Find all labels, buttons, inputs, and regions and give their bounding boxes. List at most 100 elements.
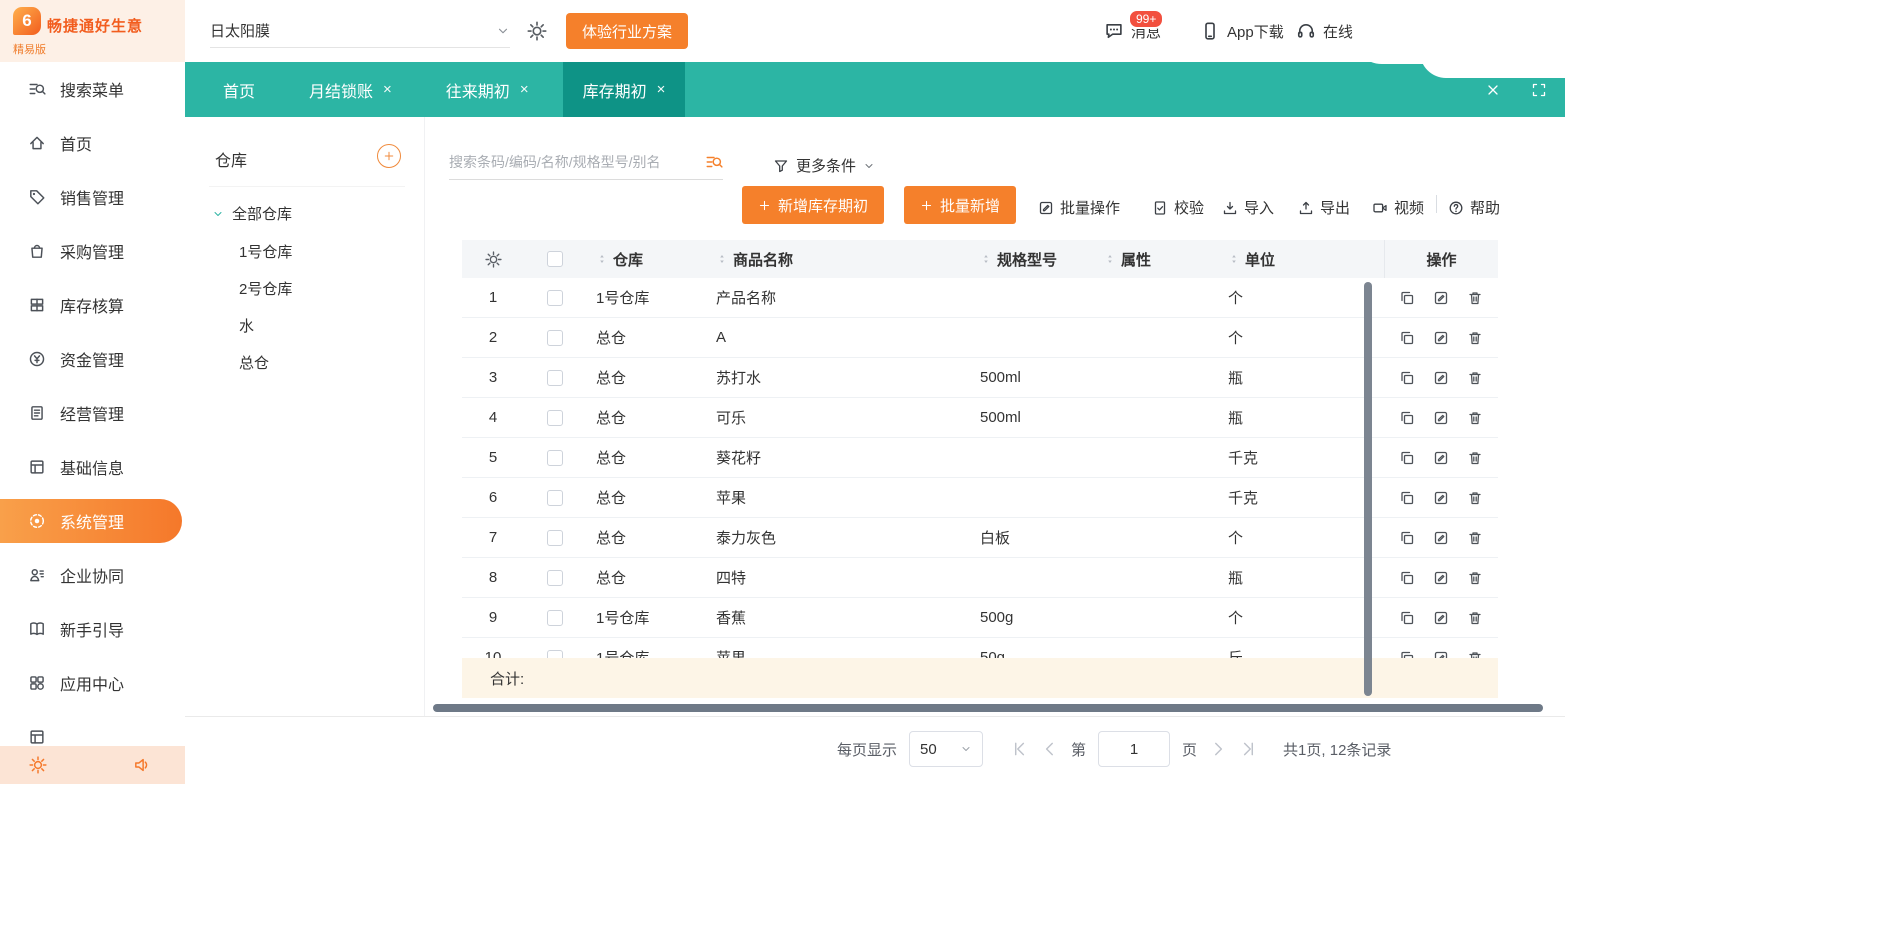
tab-month-lock[interactable]: 月结锁账 × bbox=[289, 62, 412, 117]
delete-icon[interactable] bbox=[1467, 650, 1483, 659]
copy-icon[interactable] bbox=[1399, 370, 1415, 386]
row-checkbox[interactable] bbox=[547, 409, 563, 426]
tab-close-icon[interactable]: × bbox=[383, 82, 392, 97]
sidebar-item-guide[interactable]: 新手引导 bbox=[0, 602, 185, 656]
sidebar-item-appcenter[interactable]: 应用中心 bbox=[0, 656, 185, 710]
settings-gear-icon[interactable] bbox=[527, 21, 547, 41]
sidebar-item-collab[interactable]: 企业协同 bbox=[0, 548, 185, 602]
import-button[interactable]: 导入 bbox=[1222, 197, 1274, 218]
messages-button[interactable]: 消息 99+ bbox=[1104, 0, 1165, 62]
sidebar-item-purchase[interactable]: 采购管理 bbox=[0, 224, 185, 278]
tree-node-all-warehouses[interactable]: 全部仓库 bbox=[212, 203, 292, 224]
search-input[interactable] bbox=[449, 153, 705, 170]
batch-add-button[interactable]: 批量新增 bbox=[904, 186, 1017, 224]
delete-icon[interactable] bbox=[1467, 450, 1483, 466]
copy-icon[interactable] bbox=[1399, 450, 1415, 466]
column-header-warehouse[interactable]: 仓库 bbox=[586, 249, 706, 270]
close-icon[interactable] bbox=[1485, 82, 1501, 98]
column-header-unit[interactable]: 单位 bbox=[1218, 249, 1342, 270]
search-icon[interactable] bbox=[705, 153, 723, 171]
sidebar-item-partial[interactable] bbox=[0, 710, 185, 746]
edit-icon[interactable] bbox=[1433, 530, 1449, 546]
select-all-checkbox[interactable] bbox=[547, 251, 563, 267]
delete-icon[interactable] bbox=[1467, 290, 1483, 306]
row-checkbox[interactable] bbox=[547, 609, 563, 626]
tab-home[interactable]: 首页 bbox=[203, 62, 275, 117]
batch-operations-button[interactable]: 批量操作 bbox=[1038, 197, 1120, 218]
first-page-icon[interactable] bbox=[1011, 740, 1029, 758]
prev-page-icon[interactable] bbox=[1041, 740, 1059, 758]
app-download-button[interactable]: App下载 bbox=[1200, 0, 1284, 62]
row-checkbox[interactable] bbox=[547, 449, 563, 466]
column-header-attr[interactable]: 属性 bbox=[1094, 249, 1218, 270]
delete-icon[interactable] bbox=[1467, 370, 1483, 386]
row-checkbox[interactable] bbox=[547, 489, 563, 506]
next-page-icon[interactable] bbox=[1209, 740, 1227, 758]
tree-node-main-warehouse[interactable]: 总仓 bbox=[239, 352, 269, 373]
copy-icon[interactable] bbox=[1399, 610, 1415, 626]
row-checkbox[interactable] bbox=[547, 329, 563, 346]
delete-icon[interactable] bbox=[1467, 610, 1483, 626]
row-checkbox[interactable] bbox=[547, 369, 563, 386]
row-checkbox[interactable] bbox=[547, 649, 563, 658]
row-checkbox[interactable] bbox=[547, 569, 563, 586]
verify-button[interactable]: 校验 bbox=[1152, 197, 1204, 218]
tab-stock-initial[interactable]: 库存期初 × bbox=[562, 62, 686, 117]
copy-icon[interactable] bbox=[1399, 570, 1415, 586]
edit-icon[interactable] bbox=[1433, 450, 1449, 466]
online-service-button[interactable]: 在线 bbox=[1296, 0, 1353, 62]
announcement-horn-icon[interactable] bbox=[133, 756, 151, 774]
tab-contact-initial[interactable]: 往来期初 × bbox=[426, 62, 549, 117]
sidebar-item-home[interactable]: 首页 bbox=[0, 116, 185, 170]
add-initial-stock-button[interactable]: 新增库存期初 bbox=[742, 186, 885, 224]
delete-icon[interactable] bbox=[1467, 530, 1483, 546]
edit-icon[interactable] bbox=[1433, 370, 1449, 386]
row-checkbox[interactable] bbox=[547, 529, 563, 546]
more-filters-button[interactable]: 更多条件 bbox=[773, 155, 875, 176]
delete-icon[interactable] bbox=[1467, 490, 1483, 506]
page-number-input[interactable] bbox=[1098, 731, 1171, 767]
trial-solution-button[interactable]: 体验行业方案 bbox=[566, 13, 689, 49]
edit-icon[interactable] bbox=[1433, 290, 1449, 306]
tree-node-warehouse-1[interactable]: 1号仓库 bbox=[239, 241, 292, 262]
sidebar-item-funds[interactable]: 资金管理 bbox=[0, 332, 185, 386]
delete-icon[interactable] bbox=[1467, 410, 1483, 426]
last-page-icon[interactable] bbox=[1239, 740, 1257, 758]
copy-icon[interactable] bbox=[1399, 330, 1415, 346]
edit-icon[interactable] bbox=[1433, 410, 1449, 426]
delete-icon[interactable] bbox=[1467, 330, 1483, 346]
per-page-select[interactable]: 50 bbox=[909, 731, 984, 767]
horizontal-scrollbar[interactable] bbox=[433, 704, 1543, 712]
copy-icon[interactable] bbox=[1399, 490, 1415, 506]
gear-icon[interactable] bbox=[29, 756, 47, 774]
sidebar-item-inventory[interactable]: 库存核算 bbox=[0, 278, 185, 332]
video-button[interactable]: 视频 bbox=[1372, 197, 1424, 218]
copy-icon[interactable] bbox=[1399, 530, 1415, 546]
delete-icon[interactable] bbox=[1467, 570, 1483, 586]
sidebar-item-search-menu[interactable]: 搜索菜单 bbox=[0, 62, 185, 116]
column-header-product[interactable]: 商品名称 bbox=[706, 249, 970, 270]
tree-node-warehouse-2[interactable]: 2号仓库 bbox=[239, 278, 292, 299]
copy-icon[interactable] bbox=[1399, 650, 1415, 659]
sidebar-item-business[interactable]: 经营管理 bbox=[0, 386, 185, 440]
company-selector[interactable]: 日太阳膜 bbox=[210, 14, 510, 48]
edit-icon[interactable] bbox=[1433, 490, 1449, 506]
edit-icon[interactable] bbox=[1433, 330, 1449, 346]
sidebar-item-sales[interactable]: 销售管理 bbox=[0, 170, 185, 224]
sidebar-item-system[interactable]: 系统管理 bbox=[0, 499, 182, 543]
copy-icon[interactable] bbox=[1399, 410, 1415, 426]
row-checkbox[interactable] bbox=[547, 289, 563, 306]
export-button[interactable]: 导出 bbox=[1298, 197, 1350, 218]
vertical-scrollbar[interactable] bbox=[1364, 282, 1372, 696]
chevron-down-icon[interactable] bbox=[212, 208, 224, 220]
edit-icon[interactable] bbox=[1433, 650, 1449, 659]
fullscreen-icon[interactable] bbox=[1531, 82, 1547, 98]
edit-icon[interactable] bbox=[1433, 570, 1449, 586]
help-button[interactable]: 帮助 bbox=[1448, 197, 1500, 218]
add-warehouse-button[interactable] bbox=[377, 144, 401, 168]
copy-icon[interactable] bbox=[1399, 290, 1415, 306]
tab-close-icon[interactable]: × bbox=[520, 82, 529, 97]
edit-icon[interactable] bbox=[1433, 610, 1449, 626]
tab-close-icon[interactable]: × bbox=[657, 82, 666, 97]
column-settings-gear-icon[interactable] bbox=[485, 251, 502, 268]
